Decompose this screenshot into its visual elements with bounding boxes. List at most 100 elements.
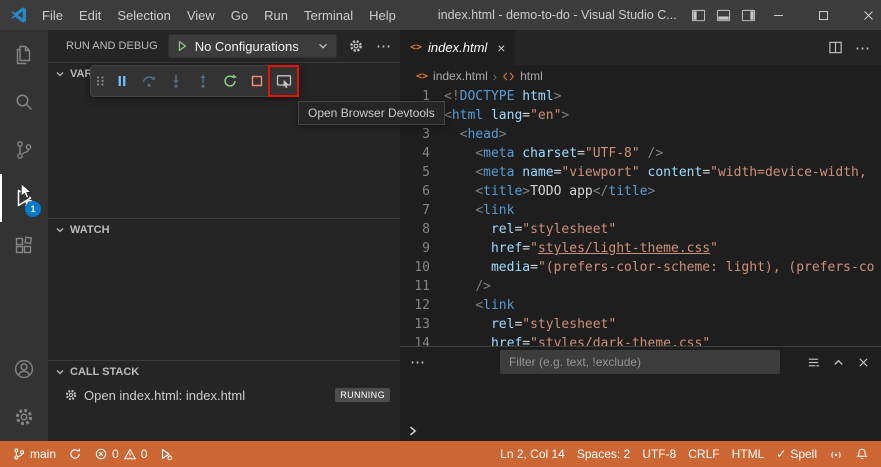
indentation[interactable]: Spaces: 2 bbox=[571, 441, 636, 467]
eol-sequence[interactable]: CRLF bbox=[682, 441, 725, 467]
step-into-button[interactable] bbox=[162, 67, 189, 95]
panel-tabs-overflow-icon[interactable]: ⋯ bbox=[410, 353, 426, 371]
cursor-position[interactable]: Ln 2, Col 14 bbox=[494, 441, 571, 467]
close-button[interactable] bbox=[846, 0, 881, 30]
code-line-14[interactable]: 14 href="styles/dark-theme.css" bbox=[400, 334, 881, 346]
code-line-7[interactable]: 7 <link bbox=[400, 201, 881, 220]
console-input-row[interactable] bbox=[400, 421, 881, 441]
window-controls bbox=[756, 0, 881, 30]
line-number: 11 bbox=[414, 279, 430, 294]
step-over-button[interactable] bbox=[135, 67, 162, 95]
configure-gear-icon[interactable] bbox=[347, 35, 366, 57]
menu-help[interactable]: Help bbox=[361, 0, 404, 30]
code-line-12[interactable]: 12 <link bbox=[400, 296, 881, 315]
close-panel-icon[interactable] bbox=[856, 355, 871, 370]
toggle-sidebar-icon[interactable] bbox=[691, 8, 706, 23]
minimize-button[interactable] bbox=[756, 0, 801, 30]
debug-session-indicator[interactable] bbox=[153, 441, 179, 467]
code-line-2[interactable]: 2<html lang="en"> bbox=[400, 106, 881, 125]
toggle-secondary-sidebar-icon[interactable] bbox=[741, 8, 756, 23]
call-stack-session-row[interactable]: Open index.html: index.html RUNNING bbox=[48, 383, 400, 407]
menu-file[interactable]: File bbox=[34, 0, 71, 30]
editor-more-actions-icon[interactable]: ⋯ bbox=[855, 39, 871, 57]
sync-indicator[interactable] bbox=[62, 441, 88, 467]
editor-actions: ⋯ bbox=[828, 30, 871, 65]
tab-close-icon[interactable]: × bbox=[497, 40, 505, 56]
search-icon[interactable] bbox=[0, 78, 48, 126]
code-line-4[interactable]: 4 <meta charset="UTF-8" /> bbox=[400, 144, 881, 163]
breadcrumb-file[interactable]: index.html bbox=[433, 69, 488, 83]
branch-indicator[interactable]: main bbox=[6, 441, 62, 467]
code-line-9[interactable]: 9 href="styles/light-theme.css" bbox=[400, 239, 881, 258]
console-options-icon[interactable] bbox=[806, 355, 821, 370]
pause-button[interactable] bbox=[108, 67, 135, 95]
line-number: 6 bbox=[422, 184, 430, 199]
menu-run[interactable]: Run bbox=[256, 0, 296, 30]
problems-indicator[interactable]: 0 0 bbox=[88, 441, 153, 467]
line-content: <meta name="viewport" content="width=dev… bbox=[475, 165, 867, 180]
watch-label: WATCH bbox=[70, 224, 110, 236]
console-filter-input[interactable] bbox=[500, 350, 780, 374]
language-label: HTML bbox=[731, 447, 765, 461]
bell-icon bbox=[855, 447, 869, 461]
broadcast-indicator[interactable] bbox=[823, 441, 849, 467]
code-line-6[interactable]: 6 <title>TODO app</title> bbox=[400, 182, 881, 201]
call-stack-section-header[interactable]: CALL STACK bbox=[48, 361, 400, 383]
menu-view[interactable]: View bbox=[179, 0, 223, 30]
menu-terminal[interactable]: Terminal bbox=[296, 0, 361, 30]
extensions-icon[interactable] bbox=[0, 222, 48, 270]
broadcast-icon bbox=[829, 447, 843, 461]
code-line-8[interactable]: 8 rel="stylesheet" bbox=[400, 220, 881, 239]
split-editor-icon[interactable] bbox=[828, 40, 843, 55]
session-status-badge: RUNNING bbox=[335, 388, 390, 402]
code-line-1[interactable]: 1 <!DOCTYPE html> bbox=[400, 87, 881, 106]
error-count: 0 bbox=[112, 447, 119, 461]
breadcrumb-symbol[interactable]: html bbox=[520, 69, 543, 83]
line-content: <meta charset="UTF-8" /> bbox=[475, 146, 664, 161]
language-mode[interactable]: HTML bbox=[726, 441, 771, 467]
title-bar: File Edit Selection View Go Run Terminal Help i… bbox=[0, 0, 881, 30]
console-output[interactable] bbox=[400, 377, 881, 421]
debug-badge: 1 bbox=[25, 201, 41, 217]
spell-checker[interactable]: ✓ Spell bbox=[770, 441, 823, 467]
panel-header: ⋯ bbox=[400, 347, 881, 377]
breadcrumb: <> index.html › html bbox=[400, 65, 881, 87]
session-gear-icon bbox=[64, 388, 78, 402]
toggle-panel-icon[interactable] bbox=[716, 8, 731, 23]
settings-gear-icon[interactable] bbox=[0, 393, 48, 441]
chevron-right-icon: › bbox=[492, 68, 498, 84]
menu-edit[interactable]: Edit bbox=[71, 0, 109, 30]
encoding[interactable]: UTF-8 bbox=[636, 441, 682, 467]
start-debug-icon[interactable] bbox=[175, 39, 189, 53]
debug-config-dropdown[interactable]: No Configurations bbox=[167, 34, 337, 58]
open-browser-devtools-button[interactable] bbox=[268, 65, 299, 97]
tab-bar: <> index.html × ⋯ bbox=[400, 30, 881, 65]
menu-selection[interactable]: Selection bbox=[109, 0, 178, 30]
stop-button[interactable] bbox=[243, 67, 270, 95]
call-stack-section: CALL STACK Open index.html: index.html R… bbox=[48, 360, 400, 441]
source-control-icon[interactable] bbox=[0, 126, 48, 174]
menu-go[interactable]: Go bbox=[223, 0, 256, 30]
code-editor[interactable]: 1<!DOCTYPE html>2<html lang="en">3 <head… bbox=[400, 87, 881, 346]
maximize-button[interactable] bbox=[801, 0, 846, 30]
notifications[interactable] bbox=[849, 441, 875, 467]
code-line-11[interactable]: 11 /> bbox=[400, 277, 881, 296]
devtools-tooltip: Open Browser Devtools bbox=[298, 101, 445, 125]
code-line-13[interactable]: 13 rel="stylesheet" bbox=[400, 315, 881, 334]
line-content: <html lang="en"> bbox=[444, 108, 570, 123]
config-dropdown-label: No Configurations bbox=[194, 38, 299, 54]
sidebar-more-actions-icon[interactable]: ⋯ bbox=[376, 37, 392, 55]
gripper-icon[interactable] bbox=[92, 67, 108, 95]
code-line-5[interactable]: 5 <meta name="viewport" content="width=d… bbox=[400, 163, 881, 182]
step-out-button[interactable] bbox=[189, 67, 216, 95]
restart-button[interactable] bbox=[216, 67, 243, 95]
account-icon[interactable] bbox=[0, 345, 48, 393]
line-content: href="styles/dark-theme.css" bbox=[490, 336, 711, 346]
tab-index-html[interactable]: <> index.html × bbox=[400, 30, 516, 65]
code-line-10[interactable]: 10 media="(prefers-color-scheme: light),… bbox=[400, 258, 881, 277]
chevron-up-icon[interactable] bbox=[831, 355, 846, 370]
explorer-icon[interactable] bbox=[0, 30, 48, 78]
watch-section-header[interactable]: WATCH bbox=[48, 219, 400, 241]
encoding-label: UTF-8 bbox=[642, 447, 677, 461]
code-line-3[interactable]: 3 <head> bbox=[400, 125, 881, 144]
